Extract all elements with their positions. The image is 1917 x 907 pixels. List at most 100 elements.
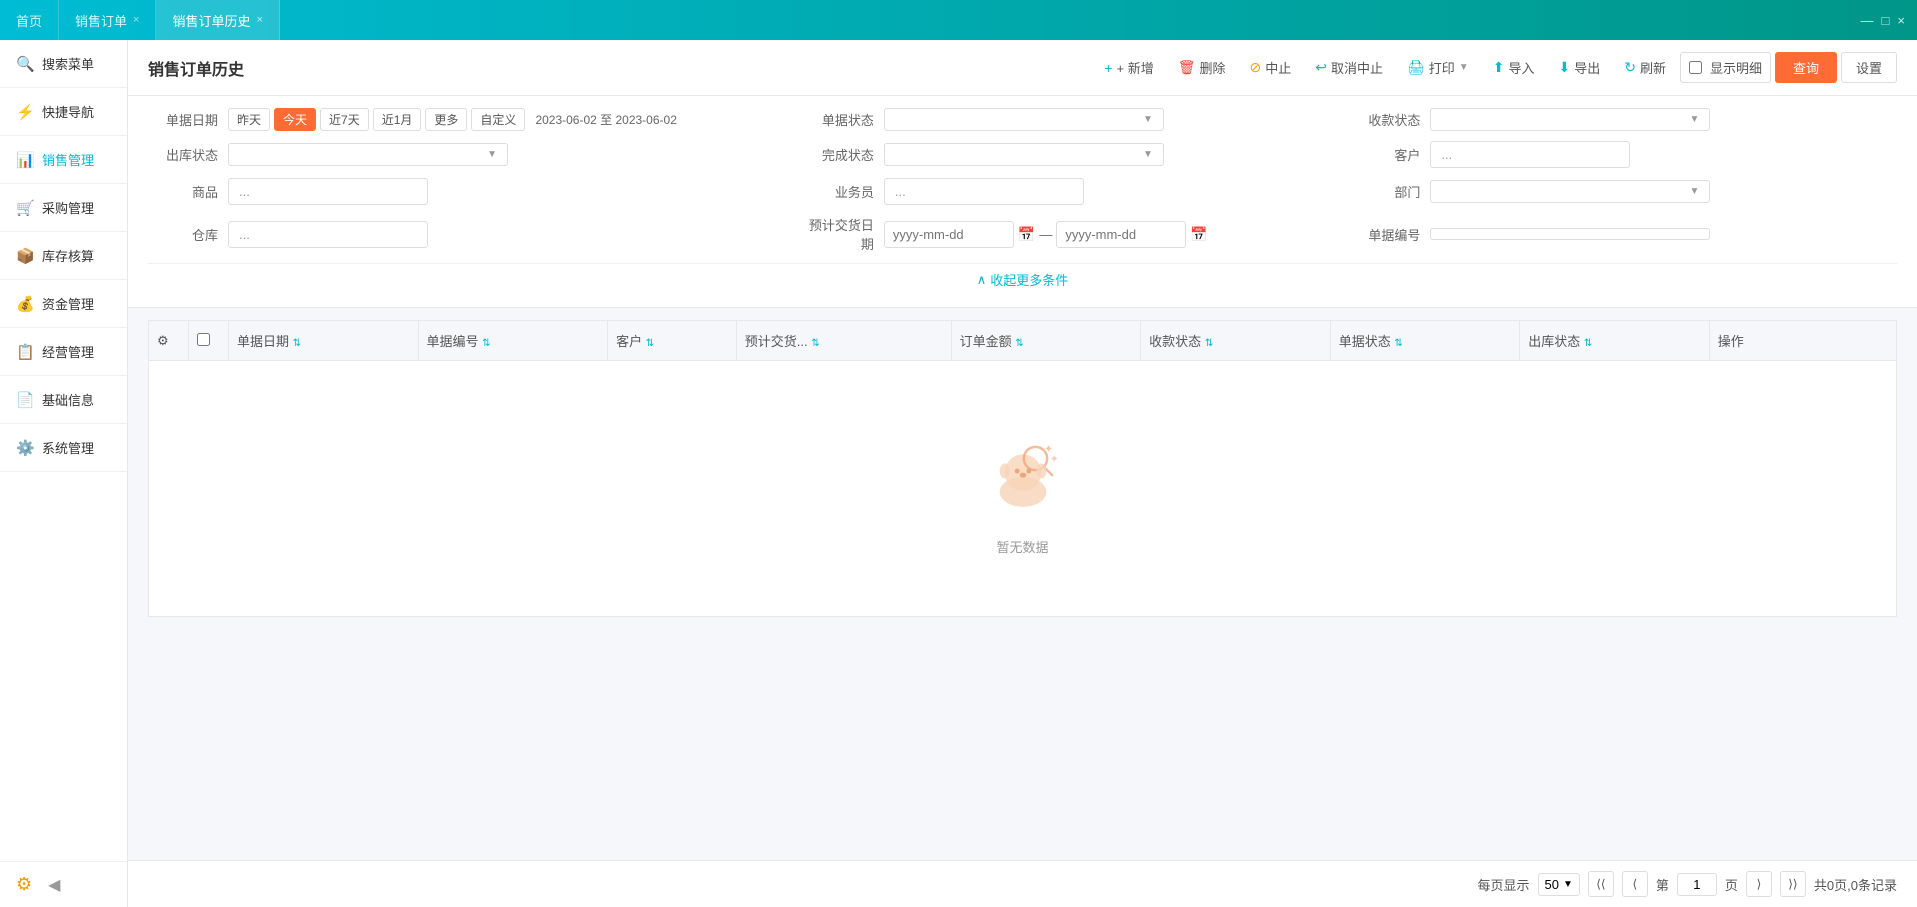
topbar: 首页 销售订单 × 销售订单历史 × — □ ×	[0, 0, 1917, 40]
date-quick-btns: 昨天 今天 近7天 近1月 更多 自定义	[228, 108, 525, 131]
status-select[interactable]: ▼	[884, 108, 1164, 131]
tab-sales-order-label: 销售订单	[75, 11, 127, 30]
date-label: 单据日期	[148, 110, 228, 129]
export-button[interactable]: ⬇ 导出	[1548, 53, 1610, 82]
per-page-select[interactable]: 50 ▼	[1538, 873, 1580, 896]
th-customer[interactable]: 客户 ⇅	[608, 321, 737, 361]
th-docno[interactable]: 单据编号 ⇅	[418, 321, 608, 361]
sidebar-item-search-label: 搜索菜单	[42, 54, 94, 73]
salesman-input[interactable]: ...	[884, 178, 1084, 205]
pagination-bar: 每页显示 50 ▼ ⟨⟨ ⟨ 第 页 ⟩ ⟩⟩ 共0页,0条记录	[128, 860, 1917, 907]
th-date[interactable]: 单据日期 ⇅	[229, 321, 419, 361]
docno-input[interactable]	[1430, 228, 1710, 240]
sidebar-item-search[interactable]: 🔍 搜索菜单	[0, 40, 127, 88]
settings-col-icon: ⚙	[157, 333, 169, 348]
empty-row: ✦ ✦ 暂无数据	[149, 361, 1897, 617]
goods-dots: ...	[239, 184, 250, 199]
refresh-icon: ↻	[1624, 59, 1636, 76]
th-doc-status-label: 单据状态	[1339, 334, 1391, 349]
display-checkbox[interactable]	[1689, 61, 1702, 74]
date-btn-custom[interactable]: 自定义	[471, 108, 525, 131]
sidebar-item-operations[interactable]: 📋 经营管理	[0, 328, 127, 376]
new-button[interactable]: + + 新增	[1094, 53, 1163, 82]
outbound-select[interactable]: ▼	[228, 143, 508, 166]
restore-btn[interactable]: □	[1882, 13, 1890, 28]
display-label: 显示明细	[1710, 58, 1762, 77]
date-btn-today[interactable]: 今天	[274, 108, 316, 131]
window-close-btn[interactable]: ×	[1897, 13, 1905, 28]
th-settings[interactable]: ⚙	[149, 321, 189, 361]
tab-sales-order-history[interactable]: 销售订单历史 ×	[156, 0, 279, 40]
sidebar-item-system[interactable]: ⚙️ 系统管理	[0, 424, 127, 472]
first-page-btn[interactable]: ⟨⟨	[1588, 871, 1614, 897]
date-btn-more[interactable]: 更多	[425, 108, 467, 131]
th-checkbox[interactable]	[189, 321, 229, 361]
print-button[interactable]: 🖨 打印 ▼	[1397, 53, 1479, 82]
th-actions-label: 操作	[1718, 334, 1744, 349]
delete-icon: 🗑	[1178, 59, 1196, 76]
cancel-stop-label: 取消中止	[1331, 58, 1383, 77]
tab-sales-order[interactable]: 销售订单 ×	[59, 0, 156, 40]
page-suffix: 页	[1725, 875, 1738, 894]
print-icon: 🖨	[1407, 59, 1425, 76]
tab-home[interactable]: 首页	[0, 0, 59, 40]
filter-row-4: 仓库 ... 预计交货日期 📅 — 📅 单据编号	[148, 215, 1897, 253]
prev-page-btn[interactable]: ⟨	[1622, 871, 1648, 897]
new-label: + 新增	[1116, 58, 1153, 77]
customer-label: 客户	[1350, 145, 1430, 164]
settings-button[interactable]: 设置	[1841, 52, 1897, 83]
delivery-to-input[interactable]	[1056, 221, 1186, 248]
th-outbound[interactable]: 出库状态 ⇅	[1520, 321, 1710, 361]
next-page-btn[interactable]: ⟩	[1746, 871, 1772, 897]
receipt-status-select[interactable]: ▼	[1430, 108, 1710, 131]
sidebar-item-finance[interactable]: 💰 资金管理	[0, 280, 127, 328]
date-btn-7days[interactable]: 近7天	[320, 108, 369, 131]
sidebar-item-basic-info[interactable]: 📄 基础信息	[0, 376, 127, 424]
filter-customer-col: 客户 ...	[1350, 141, 1897, 168]
stop-button[interactable]: ⊘ 中止	[1240, 53, 1302, 82]
select-all-checkbox[interactable]	[197, 333, 210, 346]
th-amount[interactable]: 订单金额 ⇅	[951, 321, 1141, 361]
minimize-btn[interactable]: —	[1861, 13, 1874, 28]
tab-sales-order-history-close[interactable]: ×	[256, 14, 262, 26]
sidebar-item-operations-label: 经营管理	[42, 342, 94, 361]
date-range-text: 2023-06-02 至 2023-06-02	[535, 111, 676, 128]
complete-select[interactable]: ▼	[884, 143, 1164, 166]
display-toggle[interactable]: 显示明细	[1680, 52, 1771, 83]
th-delivery[interactable]: 预计交货... ⇅	[736, 321, 951, 361]
delivery-from-calendar-icon[interactable]: 📅	[1018, 226, 1035, 243]
query-button[interactable]: 查询	[1775, 52, 1837, 83]
sidebar: 🔍 搜索菜单 ⚡ 快捷导航 📊 销售管理 🛒 采购管理 📦 库存核算 💰 资金管…	[0, 40, 128, 907]
salesman-dots: ...	[895, 184, 906, 199]
date-btn-1month[interactable]: 近1月	[373, 108, 422, 131]
docno-label: 单据编号	[1350, 225, 1430, 244]
sidebar-item-sales[interactable]: 📊 销售管理	[0, 136, 127, 184]
import-button[interactable]: ⬆ 导入	[1483, 53, 1545, 82]
sidebar-settings-icon[interactable]: ⚙	[16, 874, 32, 895]
collapse-bar[interactable]: ∧ 收起更多条件	[148, 263, 1897, 295]
goods-input[interactable]: ...	[228, 178, 428, 205]
complete-arrow-icon: ▼	[1143, 149, 1153, 160]
delivery-from-input[interactable]	[884, 221, 1014, 248]
sidebar-collapse-icon[interactable]: ◀	[48, 875, 60, 895]
date-btn-yesterday[interactable]: 昨天	[228, 108, 270, 131]
status-label: 单据状态	[804, 110, 884, 129]
svg-text:✦: ✦	[1049, 454, 1058, 466]
delivery-to-calendar-icon[interactable]: 📅	[1190, 226, 1207, 243]
sidebar-item-purchase[interactable]: 🛒 采购管理	[0, 184, 127, 232]
th-customer-label: 客户	[616, 334, 642, 349]
th-doc-status[interactable]: 单据状态 ⇅	[1330, 321, 1520, 361]
refresh-button[interactable]: ↻ 刷新	[1614, 53, 1676, 82]
delete-button[interactable]: 🗑 删除	[1168, 53, 1236, 82]
page-number-input[interactable]	[1677, 873, 1717, 896]
warehouse-input[interactable]: ...	[228, 221, 428, 248]
dept-select[interactable]: ▼	[1430, 180, 1710, 203]
cancel-stop-button[interactable]: ↩ 取消中止	[1305, 53, 1393, 82]
filter-dept-col: 部门 ▼	[1350, 180, 1897, 203]
tab-sales-order-close[interactable]: ×	[133, 14, 139, 26]
th-receipt-status[interactable]: 收款状态 ⇅	[1141, 321, 1331, 361]
customer-input[interactable]: ...	[1430, 141, 1630, 168]
sidebar-item-quicknav[interactable]: ⚡ 快捷导航	[0, 88, 127, 136]
last-page-btn[interactable]: ⟩⟩	[1780, 871, 1806, 897]
sidebar-item-inventory[interactable]: 📦 库存核算	[0, 232, 127, 280]
